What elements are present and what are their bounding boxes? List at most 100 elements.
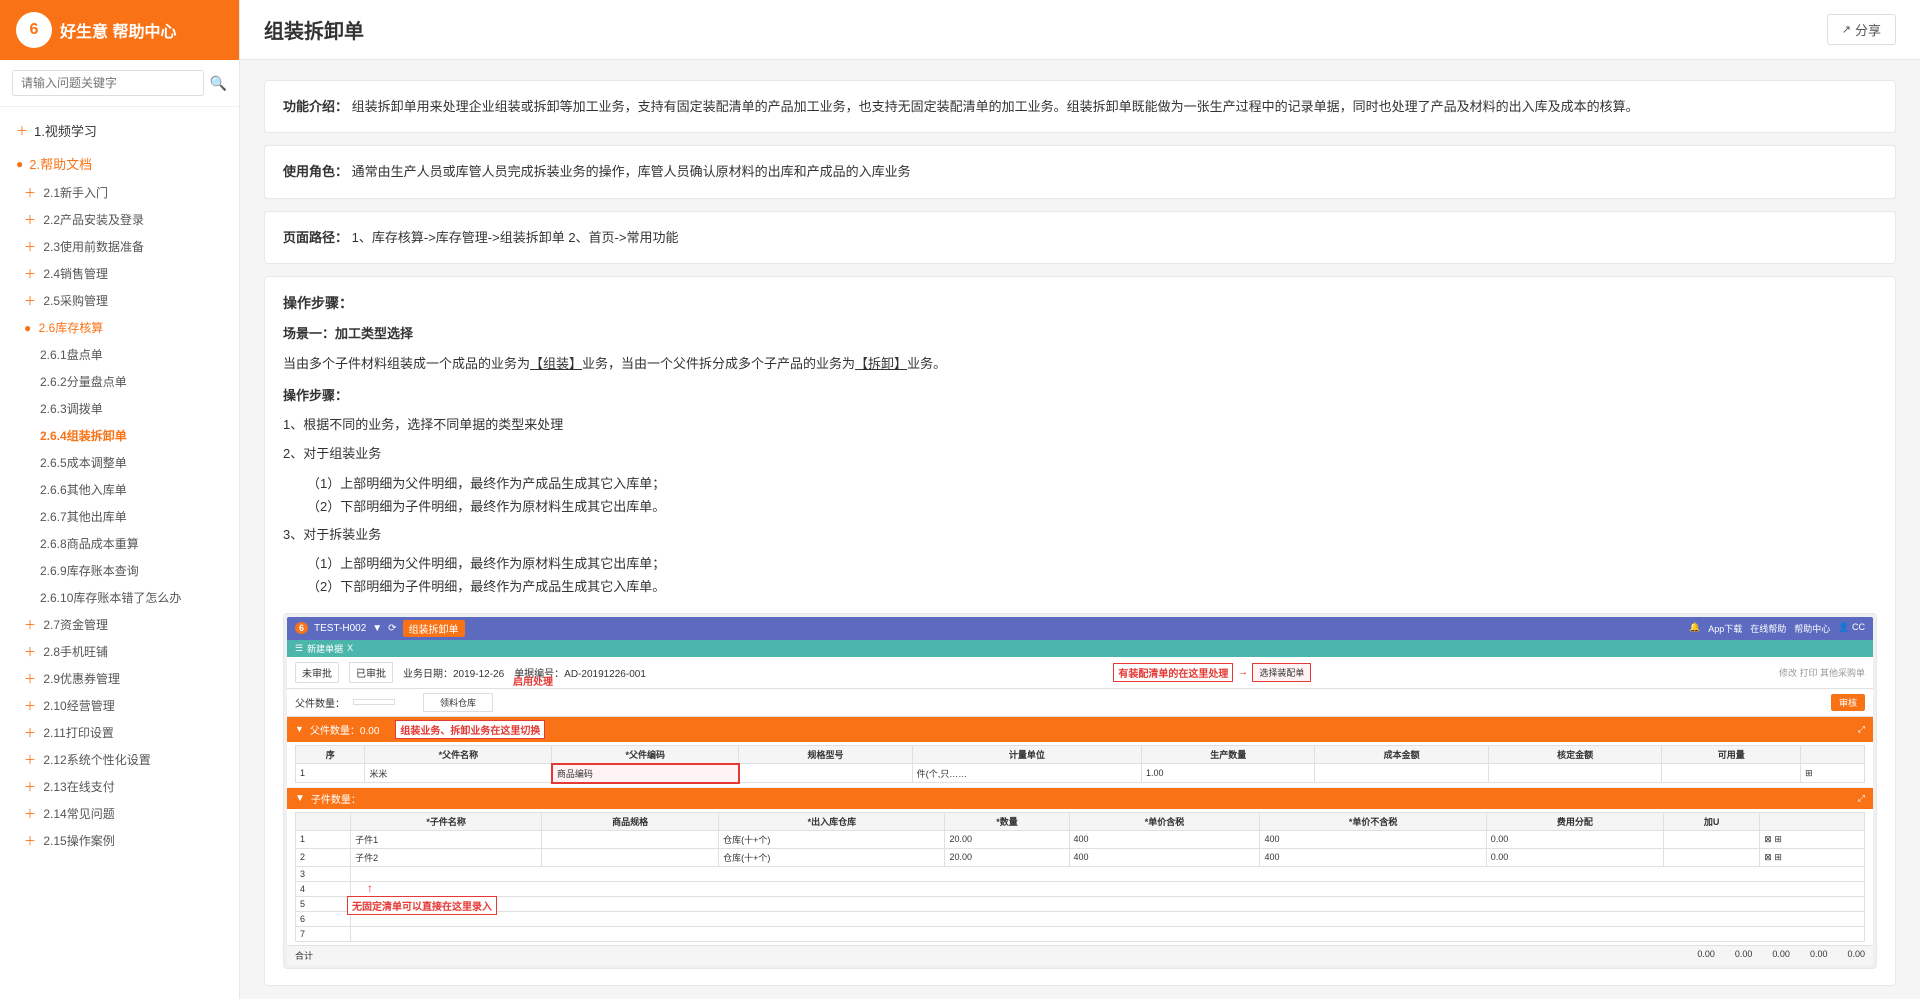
screenshot-annotation3-area: 领料仓库 启用处理: [423, 693, 493, 712]
sidebar-item-211[interactable]: ＋ 2.11打印设置: [16, 719, 239, 746]
screenshot-annotation1: 有装配清单的在这里处理: [1113, 663, 1233, 682]
screenshot-toolbar-id: TEST-H002: [314, 623, 366, 634]
screenshot-actions: 修改 打印 其他采购单: [1779, 666, 1865, 679]
sidebar-item-265[interactable]: 2.6.5成本调整单: [32, 449, 239, 476]
plus-icon: ＋: [24, 645, 36, 659]
nav-group-video: ＋ 1.视频学习: [0, 115, 239, 146]
sidebar-item-28[interactable]: ＋ 2.8手机旺铺: [16, 638, 239, 665]
plus-icon: ＋: [24, 699, 36, 713]
sidebar-item-26[interactable]: ● 2.6库存核算: [16, 314, 239, 341]
screenshot-annotation2: 组装业务、拆卸业务在这里切换: [395, 720, 545, 739]
sidebar-item-2610[interactable]: 2.6.10库存账本错了怎么办: [32, 584, 239, 611]
site-title: 好生意 帮助中心: [60, 18, 176, 42]
plus-icon: ＋: [24, 834, 36, 848]
screenshot-approve-btn: 审核: [1831, 694, 1865, 711]
sidebar-item-22[interactable]: ＋ 2.2产品安装及登录: [16, 206, 239, 233]
sidebar: 6 好生意 帮助中心 🔍 ＋ 1.视频学习 ● 2.帮助文档 ＋ 2.1新手入: [0, 0, 240, 999]
logo-icon: 6: [16, 12, 52, 48]
screenshot-footer: 合计0.000.000.000.000.00: [287, 945, 1873, 965]
sub-step-22: （2）下部明细为子件明细，最终作为原材料生成其它出库单。: [283, 495, 1877, 518]
screenshot-tab-active: 未审批: [295, 662, 339, 683]
sidebar-item-video[interactable]: ＋ 1.视频学习: [0, 115, 239, 146]
role-text: 通常由生产人员或库管人员完成拆装业务的操作，库管人员确认原材料的出库和产成品的入…: [352, 164, 911, 179]
screenshot-warehouse-input: 领料仓库: [423, 693, 493, 712]
sidebar-item-266[interactable]: 2.6.6其他入库单: [32, 476, 239, 503]
path-block: 页面路径： 1、库存核算->库存管理->组装拆卸单 2、首页->常用功能: [264, 211, 1896, 264]
plus-icon: ＋: [24, 726, 36, 740]
nav-sub-children-26: 2.6.1盘点单 2.6.2分量盘点单 2.6.3调拨单 2.6.4组装拆卸单 …: [16, 341, 239, 611]
steps-title: 操作步骤：: [283, 293, 1877, 313]
search-input[interactable]: [12, 70, 204, 96]
plus-icon: ＋: [24, 807, 36, 821]
step-intro: 操作步骤：: [283, 384, 1877, 407]
plus-icon: ＋: [24, 213, 36, 227]
screenshot-qty-label: 父件数量：: [295, 695, 345, 710]
screenshot-refresh: ⟳: [388, 623, 396, 634]
role-label: 使用角色：: [283, 164, 348, 179]
screenshot-form-date: 业务日期：2019-12-26: [403, 665, 504, 680]
plus-icon: ＋: [24, 618, 36, 632]
screenshot-section-label: 父件数量：0.00: [310, 722, 379, 737]
sidebar-item-27[interactable]: ＋ 2.7资金管理: [16, 611, 239, 638]
sidebar-item-262[interactable]: 2.6.2分量盘点单: [32, 368, 239, 395]
screenshot-select-btn: 选择装配单: [1252, 663, 1311, 682]
sidebar-item-label: 1.视频学习: [34, 121, 97, 140]
screenshot-container: 6 TEST-H002 ▼ ⟳ 组装拆卸单 🔔App下载在线帮助帮助中心👤 CC…: [283, 613, 1877, 969]
search-box: 🔍: [0, 60, 239, 107]
sidebar-item-215[interactable]: ＋ 2.15操作案例: [16, 827, 239, 854]
sidebar-item-214[interactable]: ＋ 2.14常见问题: [16, 800, 239, 827]
share-icon: ↗: [1842, 23, 1851, 36]
screenshot-qty-input: [353, 699, 395, 705]
sidebar-item-docs[interactable]: ● 2.帮助文档: [0, 148, 239, 179]
sidebar-header: 6 好生意 帮助中心: [0, 0, 239, 60]
minus-icon: ●: [16, 157, 23, 171]
screenshot-annotation4: 无固定清单可以直接在这里录入: [347, 896, 497, 915]
sub-step-21: （1）上部明细为父件明细，最终作为产成品生成其它入库单；: [283, 472, 1877, 495]
sidebar-item-21[interactable]: ＋ 2.1新手入门: [16, 179, 239, 206]
intro-label: 功能介绍：: [283, 99, 348, 114]
sidebar-item-25[interactable]: ＋ 2.5采购管理: [16, 287, 239, 314]
plus-icon: ＋: [24, 780, 36, 794]
step-3: 3、对于拆装业务: [283, 523, 1877, 546]
sidebar-item-29[interactable]: ＋ 2.9优惠券管理: [16, 665, 239, 692]
steps-block: 操作步骤： 场景一：加工类型选择 当由多个子件材料组装成一个成品的业务为【组装】…: [264, 276, 1896, 986]
sidebar-item-label: 2.帮助文档: [29, 154, 92, 173]
screenshot-toolbar-btn: 组装拆卸单: [403, 620, 465, 637]
sidebar-item-269[interactable]: 2.6.9库存账本查询: [32, 557, 239, 584]
path-label: 页面路径：: [283, 230, 348, 245]
minus-icon: ●: [24, 321, 31, 335]
step-2: 2、对于组装业务: [283, 442, 1877, 465]
role-block: 使用角色： 通常由生产人员或库管人员完成拆装业务的操作，库管人员确认原材料的出库…: [264, 145, 1896, 198]
main-content: 组装拆卸单 ↗ 分享 功能介绍： 组装拆卸单用来处理企业组装或拆卸等加工业务，支…: [240, 0, 1920, 999]
sidebar-item-24[interactable]: ＋ 2.4销售管理: [16, 260, 239, 287]
page-title: 组装拆卸单: [264, 15, 364, 44]
sidebar-item-23[interactable]: ＋ 2.3使用前数据准备: [16, 233, 239, 260]
plus-icon: ＋: [24, 240, 36, 254]
screenshot-tab: 已审批: [349, 662, 393, 683]
share-button[interactable]: ↗ 分享: [1827, 14, 1896, 45]
nav-children-docs: ＋ 2.1新手入门 ＋ 2.2产品安装及登录 ＋ 2.3使用前数据准备 ＋ 2.…: [0, 179, 239, 854]
intro-text: 组装拆卸单用来处理企业组装或拆卸等加工业务，支持有固定装配清单的产品加工业务，也…: [352, 99, 1639, 114]
screenshot-upper-table: 序 *父件名称 *父件编码 规格型号 计量单位 生产数量 成本金额 核定金额 可…: [287, 742, 1873, 787]
plus-icon: ＋: [24, 267, 36, 281]
nav-group-docs: ● 2.帮助文档 ＋ 2.1新手入门 ＋ 2.2产品安装及登录 ＋ 2.3使用前…: [0, 148, 239, 854]
sidebar-item-261[interactable]: 2.6.1盘点单: [32, 341, 239, 368]
scenario-title: 场景一：加工类型选择: [283, 326, 413, 341]
screenshot-logo: 6: [295, 622, 308, 634]
screenshot-sub-header: 父件数量： 领料仓库 启用处理 审核: [287, 689, 1873, 717]
sidebar-item-268[interactable]: 2.6.8商品成本重算: [32, 530, 239, 557]
sidebar-item-213[interactable]: ＋ 2.13在线支付: [16, 773, 239, 800]
sidebar-item-263[interactable]: 2.6.3调拨单: [32, 395, 239, 422]
screenshot-toggle-row: ▼ 父件数量：0.00 组装业务、拆卸业务在这里切换 ⤢: [287, 717, 1873, 742]
plus-icon: ＋: [24, 294, 36, 308]
plus-icon: ＋: [24, 753, 36, 767]
search-icon[interactable]: 🔍: [210, 75, 227, 92]
sub-step-31: （1）上部明细为父件明细，最终作为原材料生成其它出库单；: [283, 552, 1877, 575]
sidebar-item-264[interactable]: 2.6.4组装拆卸单: [32, 422, 239, 449]
plus-icon: ＋: [24, 186, 36, 200]
screenshot-annotation1-area: 有装配清单的在这里处理 → 选择装配单: [656, 663, 1769, 682]
sidebar-item-212[interactable]: ＋ 2.12系统个性化设置: [16, 746, 239, 773]
sidebar-item-267[interactable]: 2.6.7其他出库单: [32, 503, 239, 530]
sidebar-item-210[interactable]: ＋ 2.10经营管理: [16, 692, 239, 719]
nav-tree: ＋ 1.视频学习 ● 2.帮助文档 ＋ 2.1新手入门 ＋ 2.2产品安装及登录: [0, 107, 239, 999]
